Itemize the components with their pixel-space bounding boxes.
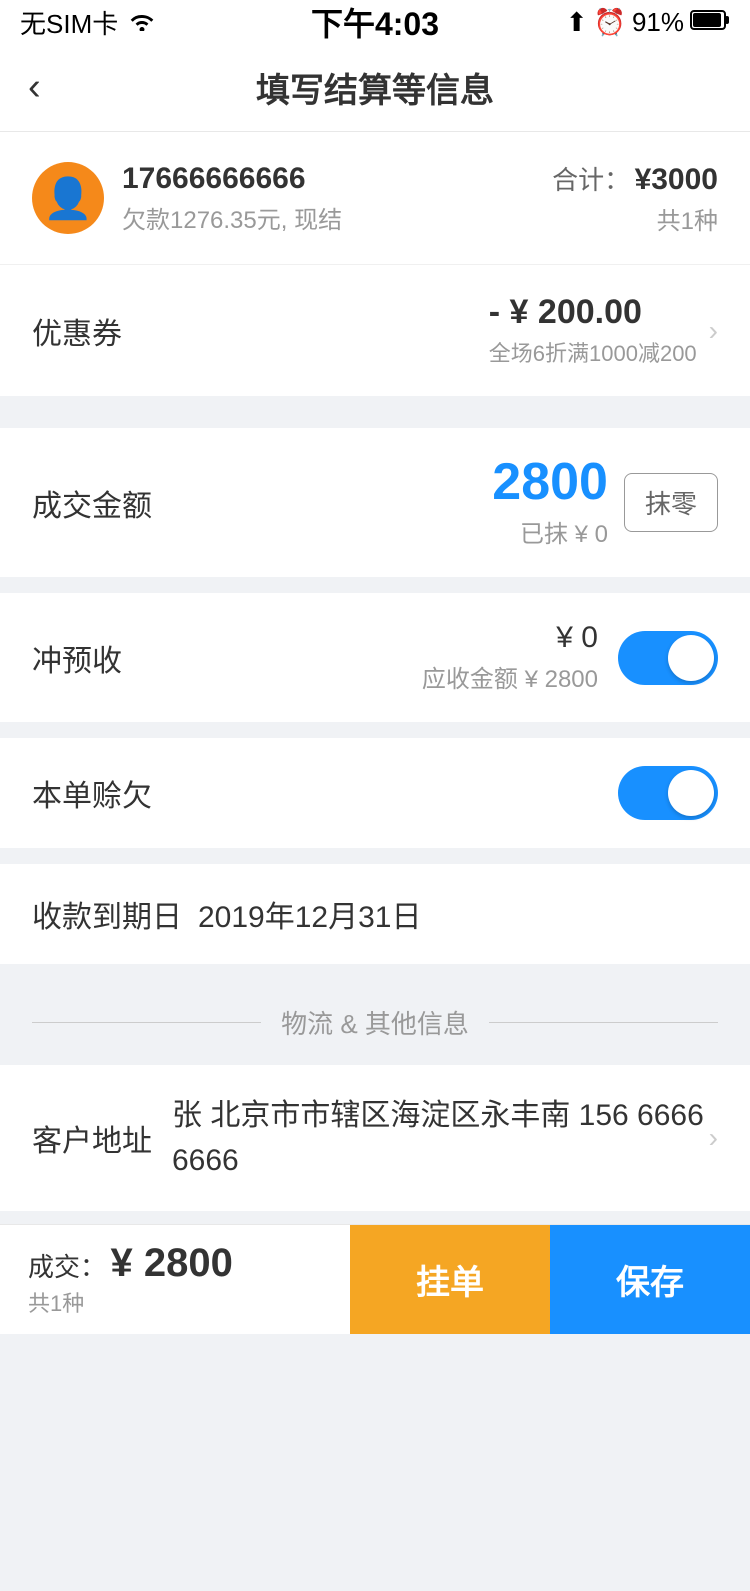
status-bar: 无SIM卡 下午4:03 ⬆ ⏰ 91%: [0, 0, 750, 44]
prepay-toggle[interactable]: [618, 631, 718, 685]
bottom-summary: 成交： ¥ 2800 共1种: [0, 1225, 350, 1334]
amount-info: 2800 已抹 ¥ 0: [492, 456, 608, 549]
total-label: 合计：: [552, 165, 630, 195]
customer-left: 👤 17666666666 欠款1276.35元, 现结: [32, 162, 342, 235]
battery-icon: [690, 7, 730, 38]
separator-5: [0, 964, 750, 980]
wifi-icon: [126, 7, 158, 38]
page-title: 填写结算等信息: [256, 63, 494, 112]
location-icon: ⬆: [566, 7, 588, 38]
logistics-label: 物流 & 其他信息: [281, 1004, 469, 1041]
amount-section: 成交金额 2800 已抹 ¥ 0 抹零: [0, 428, 750, 577]
separator-1: [0, 412, 750, 428]
hang-button[interactable]: 挂单: [350, 1225, 550, 1334]
coupon-right: - ¥ 200.00 全场6折满1000减200 ›: [489, 293, 718, 368]
customer-row: 👤 17666666666 欠款1276.35元, 现结 合计： ¥3000 共…: [0, 132, 750, 264]
debt-toggle[interactable]: [618, 766, 718, 820]
customer-total: 合计： ¥3000 共1种: [552, 160, 718, 236]
total-line: 合计： ¥3000: [552, 160, 718, 197]
status-left: 无SIM卡: [20, 4, 158, 41]
address-chevron-icon: ›: [709, 1122, 718, 1154]
due-date-label: 收款到期日: [32, 892, 182, 936]
save-button[interactable]: 保存: [550, 1225, 750, 1334]
debt-toggle-knob: [668, 770, 714, 816]
amount-label: 成交金额: [32, 481, 152, 525]
debt-row: 本单赊欠: [0, 738, 750, 848]
prepay-label: 冲预收: [32, 636, 122, 680]
back-button[interactable]: ‹: [28, 66, 41, 109]
customer-card: 👤 17666666666 欠款1276.35元, 现结 合计： ¥3000 共…: [0, 132, 750, 396]
address-row[interactable]: 客户地址 张 北京市市辖区海淀区永丰南 156 6666 6666 ›: [0, 1065, 750, 1211]
avatar-icon: 👤: [43, 175, 93, 222]
alarm-icon: ⏰: [594, 7, 626, 38]
prepay-amount: ¥ 0: [422, 621, 598, 655]
amount-value: 2800: [492, 456, 608, 508]
logistics-divider: 物流 & 其他信息: [0, 980, 750, 1065]
bottom-bar: 成交： ¥ 2800 共1种 挂单 保存: [0, 1224, 750, 1334]
divider-line-left: [32, 1022, 261, 1023]
nav-bar: ‹ 填写结算等信息: [0, 44, 750, 132]
customer-info: 17666666666 欠款1276.35元, 现结: [122, 162, 342, 235]
prepay-values: ¥ 0 应收金额 ¥ 2800: [422, 621, 598, 694]
bottom-deal-line: 成交： ¥ 2800: [28, 1241, 322, 1286]
address-label: 客户地址: [32, 1116, 152, 1160]
coupon-label: 优惠券: [32, 309, 122, 353]
content: 👤 17666666666 欠款1276.35元, 现结 合计： ¥3000 共…: [0, 132, 750, 1591]
total-count: 共1种: [552, 201, 718, 236]
sim-label: 无SIM卡: [20, 4, 118, 41]
status-right: ⬆ ⏰ 91%: [566, 7, 730, 38]
amount-sub: 已抹 ¥ 0: [492, 514, 608, 549]
bottom-deal-count: 共1种: [28, 1286, 322, 1318]
status-time: 下午4:03: [311, 0, 439, 45]
total-value: ¥3000: [635, 163, 718, 196]
round-zero-button[interactable]: 抹零: [624, 473, 718, 532]
debt-label: 本单赊欠: [32, 771, 152, 815]
avatar: 👤: [32, 162, 104, 234]
divider-line-right: [489, 1022, 718, 1023]
amount-right: 2800 已抹 ¥ 0 抹零: [492, 456, 718, 549]
amount-row: 成交金额 2800 已抹 ¥ 0 抹零: [32, 428, 718, 577]
coupon-desc: 全场6折满1000减200: [489, 336, 697, 368]
chevron-right-icon: ›: [709, 315, 718, 347]
customer-phone: 17666666666: [122, 162, 342, 196]
coupon-row[interactable]: 优惠券 - ¥ 200.00 全场6折满1000减200 ›: [0, 264, 750, 396]
separator-3: [0, 722, 750, 738]
coupon-info: - ¥ 200.00 全场6折满1000减200: [489, 293, 697, 368]
due-date-value: 2019年12月31日: [198, 892, 421, 936]
prepay-right: ¥ 0 应收金额 ¥ 2800: [422, 621, 718, 694]
bottom-deal-label: 成交：: [28, 1252, 106, 1282]
battery-label: 91%: [632, 7, 684, 38]
prepay-row: 冲预收 ¥ 0 应收金额 ¥ 2800: [0, 593, 750, 722]
due-date-row: 收款到期日 2019年12月31日: [0, 864, 750, 964]
separator-2: [0, 577, 750, 593]
address-value: 张 北京市市辖区海淀区永丰南 156 6666 6666: [172, 1093, 709, 1183]
separator-4: [0, 848, 750, 864]
toggle-knob: [668, 635, 714, 681]
prepay-sub: 应收金额 ¥ 2800: [422, 659, 598, 694]
customer-sub-info: 欠款1276.35元, 现结: [122, 200, 342, 235]
coupon-value: - ¥ 200.00: [489, 293, 697, 332]
bottom-deal-amount: ¥ 2800: [110, 1241, 232, 1285]
